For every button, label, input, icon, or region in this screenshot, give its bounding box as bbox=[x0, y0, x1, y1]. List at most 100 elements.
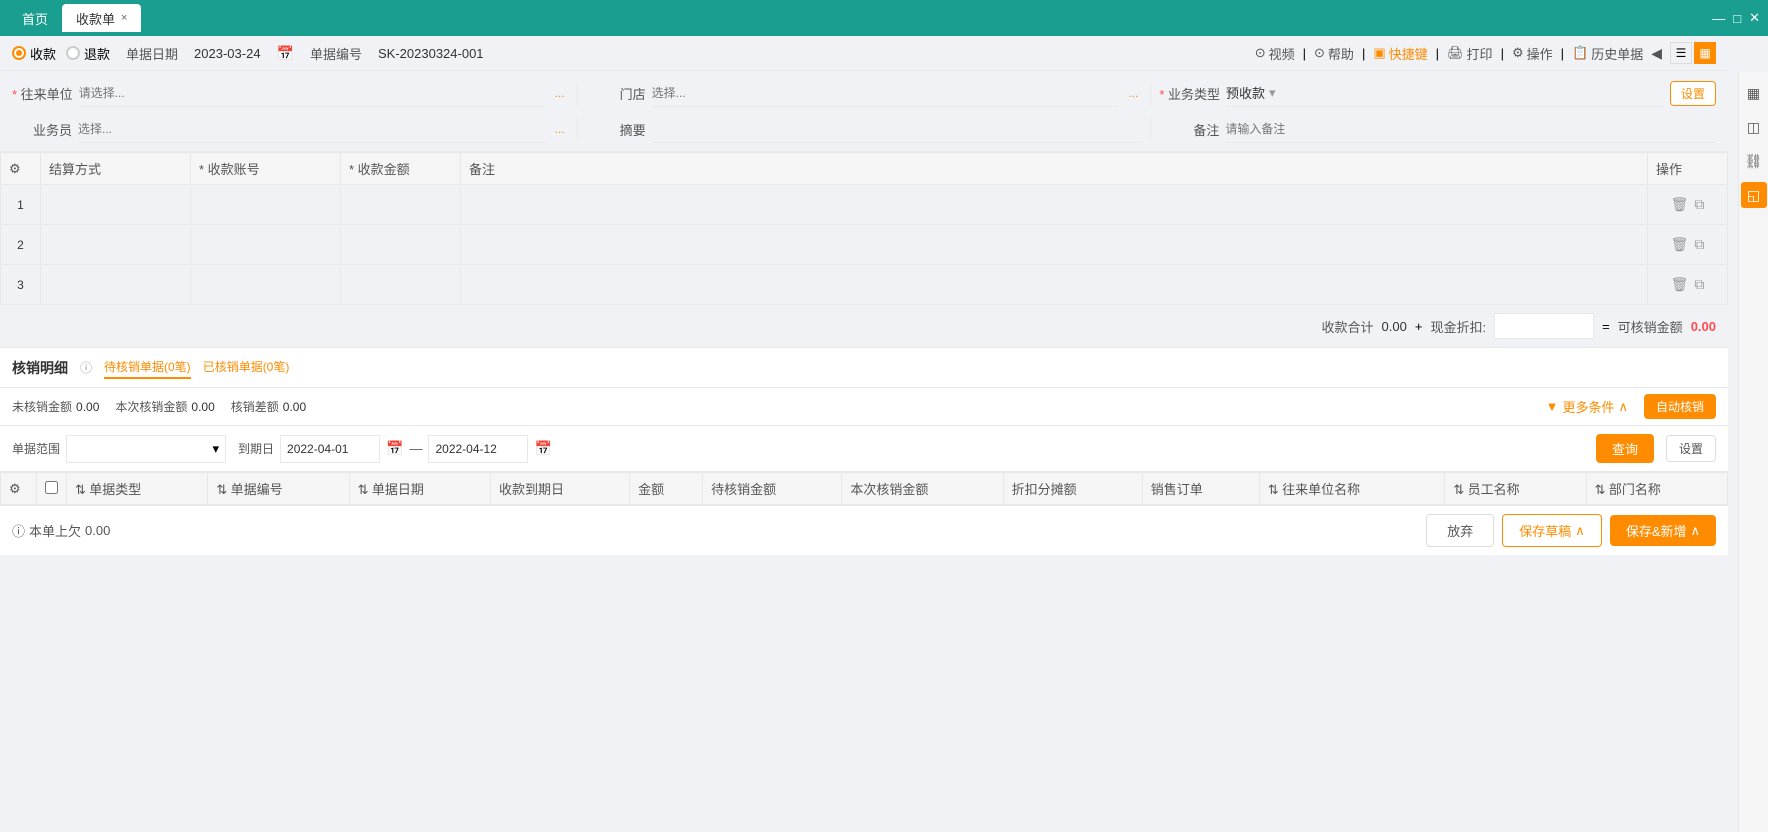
bill-range-select[interactable]: ▾ bbox=[66, 435, 226, 463]
row-1-copy-icon[interactable]: ⧉ bbox=[1694, 196, 1704, 213]
bottom-col-checkbox[interactable] bbox=[37, 473, 67, 505]
current-value: 0.00 bbox=[191, 400, 214, 414]
date-value: 2023-03-24 bbox=[194, 46, 261, 61]
pending-tab[interactable]: 待核销单据(0笔) bbox=[104, 356, 191, 379]
row-3-delete-icon[interactable]: 🗑 bbox=[1671, 276, 1689, 293]
sort-icon[interactable]: ⇅ bbox=[1268, 482, 1279, 497]
verification-header: 核销明细 ⓘ 待核销单据(0笔) 已核销单据(0笔) bbox=[0, 348, 1728, 388]
current-stat: 本次核销金额 0.00 bbox=[115, 398, 214, 415]
summary-input[interactable] bbox=[652, 115, 1143, 143]
print-btn[interactable]: 🖨 打印 bbox=[1447, 44, 1493, 63]
restore-icon[interactable]: □ bbox=[1733, 11, 1741, 26]
close-icon[interactable]: ✕ bbox=[1749, 10, 1760, 26]
history-btn[interactable]: 📋 历史单据 bbox=[1572, 44, 1643, 63]
row-2-notes[interactable] bbox=[461, 225, 1648, 265]
business-type-select[interactable]: 预收款 ▾ bbox=[1226, 79, 1664, 107]
due-date-from-input[interactable] bbox=[280, 435, 380, 463]
row-2-settlement[interactable] bbox=[41, 225, 191, 265]
save-draft-btn[interactable]: 保存草稿 ∧ bbox=[1502, 514, 1602, 547]
bottom-settings-icon[interactable]: ⚙ bbox=[9, 481, 21, 496]
date-to-icon[interactable]: 📅 bbox=[534, 440, 551, 457]
row-3-notes[interactable] bbox=[461, 265, 1648, 305]
counterpart-input[interactable] bbox=[79, 79, 545, 107]
current-label: 本次核销金额 bbox=[115, 398, 187, 415]
save-new-btn[interactable]: 保存&新增 ∧ bbox=[1610, 515, 1716, 546]
bottom-col-settings[interactable]: ⚙ bbox=[1, 473, 37, 505]
tab-receipt[interactable]: 收款单 × bbox=[62, 4, 141, 32]
sort-icon[interactable]: ⇅ bbox=[75, 482, 86, 497]
store-input[interactable] bbox=[652, 79, 1119, 107]
toolbar-actions: ⊙ 视频 | ⊙ 帮助 | ▣ 快捷键 | 🖨 打印 | bbox=[1255, 42, 1716, 64]
verification-info-icon[interactable]: ⓘ bbox=[80, 359, 92, 376]
bill-range-field: 单据范围 ▾ bbox=[12, 435, 226, 463]
minimize-icon[interactable]: — bbox=[1712, 11, 1725, 26]
select-all-checkbox[interactable] bbox=[45, 481, 58, 494]
sort-icon[interactable]: ⇅ bbox=[216, 482, 227, 497]
date-from-icon[interactable]: 📅 bbox=[386, 440, 403, 457]
row-3-settlement[interactable] bbox=[41, 265, 191, 305]
due-date-to-input[interactable] bbox=[428, 435, 528, 463]
radio-receive[interactable]: 收款 bbox=[12, 44, 56, 63]
query-btn[interactable]: 查询 bbox=[1596, 434, 1654, 463]
staff-more-btn[interactable]: ... bbox=[551, 122, 569, 136]
row-3-account[interactable] bbox=[191, 265, 341, 305]
shortcut-btn[interactable]: ▣ 快捷键 bbox=[1373, 44, 1427, 63]
row-2-delete-icon[interactable]: 🗑 bbox=[1671, 236, 1689, 253]
sidebar-table-icon[interactable]: ▦ bbox=[1741, 80, 1767, 106]
abandon-btn[interactable]: 放弃 bbox=[1426, 514, 1494, 547]
row-3-copy-icon[interactable]: ⧉ bbox=[1694, 276, 1704, 293]
staff-input[interactable] bbox=[78, 115, 545, 143]
list-view-btn[interactable]: ☰ bbox=[1670, 42, 1692, 64]
counterpart-field: 往来单位 ... bbox=[12, 79, 569, 107]
help-label: 帮助 bbox=[1328, 44, 1354, 63]
row-2-account[interactable] bbox=[191, 225, 341, 265]
bill-range-label: 单据范围 bbox=[12, 440, 60, 457]
done-tab[interactable]: 已核销单据(0笔) bbox=[203, 356, 290, 379]
row-1-amount[interactable] bbox=[341, 185, 461, 225]
row-1-notes[interactable] bbox=[461, 185, 1648, 225]
auto-verify-btn[interactable]: 自动核销 bbox=[1644, 394, 1716, 419]
row-2-copy-icon[interactable]: ⧉ bbox=[1694, 236, 1704, 253]
settings-btn[interactable]: 设置 bbox=[1670, 81, 1716, 106]
more-filter-btn[interactable]: ▼ 更多条件 ∧ bbox=[1546, 397, 1628, 416]
calendar-icon[interactable]: 📅 bbox=[277, 45, 294, 62]
counterpart-more-btn[interactable]: ... bbox=[551, 86, 569, 100]
row-1-account[interactable] bbox=[191, 185, 341, 225]
row-1-delete-icon[interactable]: 🗑 bbox=[1671, 196, 1689, 213]
filter-icon: ▼ bbox=[1546, 399, 1559, 414]
tab-close-icon[interactable]: × bbox=[121, 12, 127, 24]
sort-icon[interactable]: ⇅ bbox=[358, 482, 369, 497]
row-2-num: 2 bbox=[1, 225, 41, 265]
tab-home[interactable]: 首页 bbox=[8, 4, 62, 32]
sort-icon[interactable]: ⇅ bbox=[1595, 482, 1606, 497]
due-date-label: 到期日 bbox=[238, 440, 274, 457]
row-1-settlement[interactable] bbox=[41, 185, 191, 225]
draft-arrow-icon: ∧ bbox=[1575, 523, 1585, 539]
settings-gear-icon[interactable]: ⚙ bbox=[9, 161, 21, 176]
table-settings-btn[interactable]: 设置 bbox=[1666, 435, 1716, 462]
ops-btn[interactable]: ⚙ 操作 bbox=[1512, 44, 1553, 63]
row-2-amount[interactable] bbox=[341, 225, 461, 265]
row-3-amount[interactable] bbox=[341, 265, 461, 305]
radio-refund[interactable]: 退款 bbox=[66, 44, 110, 63]
col-account-header: * 收款账号 bbox=[191, 153, 341, 185]
unverified-stat: 未核销金额 0.00 bbox=[12, 398, 99, 415]
store-more-btn[interactable]: ... bbox=[1124, 86, 1142, 100]
nav-prev-icon[interactable]: ◀ bbox=[1651, 45, 1662, 62]
video-btn[interactable]: ⊙ 视频 bbox=[1255, 44, 1295, 63]
help-btn[interactable]: ⊙ 帮助 bbox=[1314, 44, 1354, 63]
col-account-label: * 收款账号 bbox=[199, 162, 260, 177]
col-settlement-label: 结算方式 bbox=[49, 162, 101, 177]
sidebar-link-icon[interactable]: ⛓ bbox=[1741, 148, 1767, 174]
sidebar-doc-icon[interactable]: ◫ bbox=[1741, 114, 1767, 140]
discount-input[interactable] bbox=[1494, 313, 1594, 339]
bottom-table-area[interactable]: ⚙ ⇅ 单据类型 ⇅ 单据编号 bbox=[0, 472, 1728, 505]
sidebar-expand-icon[interactable]: ◱ bbox=[1741, 182, 1767, 208]
col-settings-header[interactable]: ⚙ bbox=[1, 153, 41, 185]
history-label: 历史单据 bbox=[1591, 44, 1643, 63]
grid-view-btn[interactable]: ▦ bbox=[1694, 42, 1716, 64]
business-type-arrow-icon[interactable]: ▾ bbox=[1269, 85, 1276, 101]
sort-icon[interactable]: ⇅ bbox=[1453, 482, 1464, 497]
notes-input[interactable] bbox=[1225, 115, 1716, 143]
unverified-value: 0.00 bbox=[76, 400, 99, 414]
